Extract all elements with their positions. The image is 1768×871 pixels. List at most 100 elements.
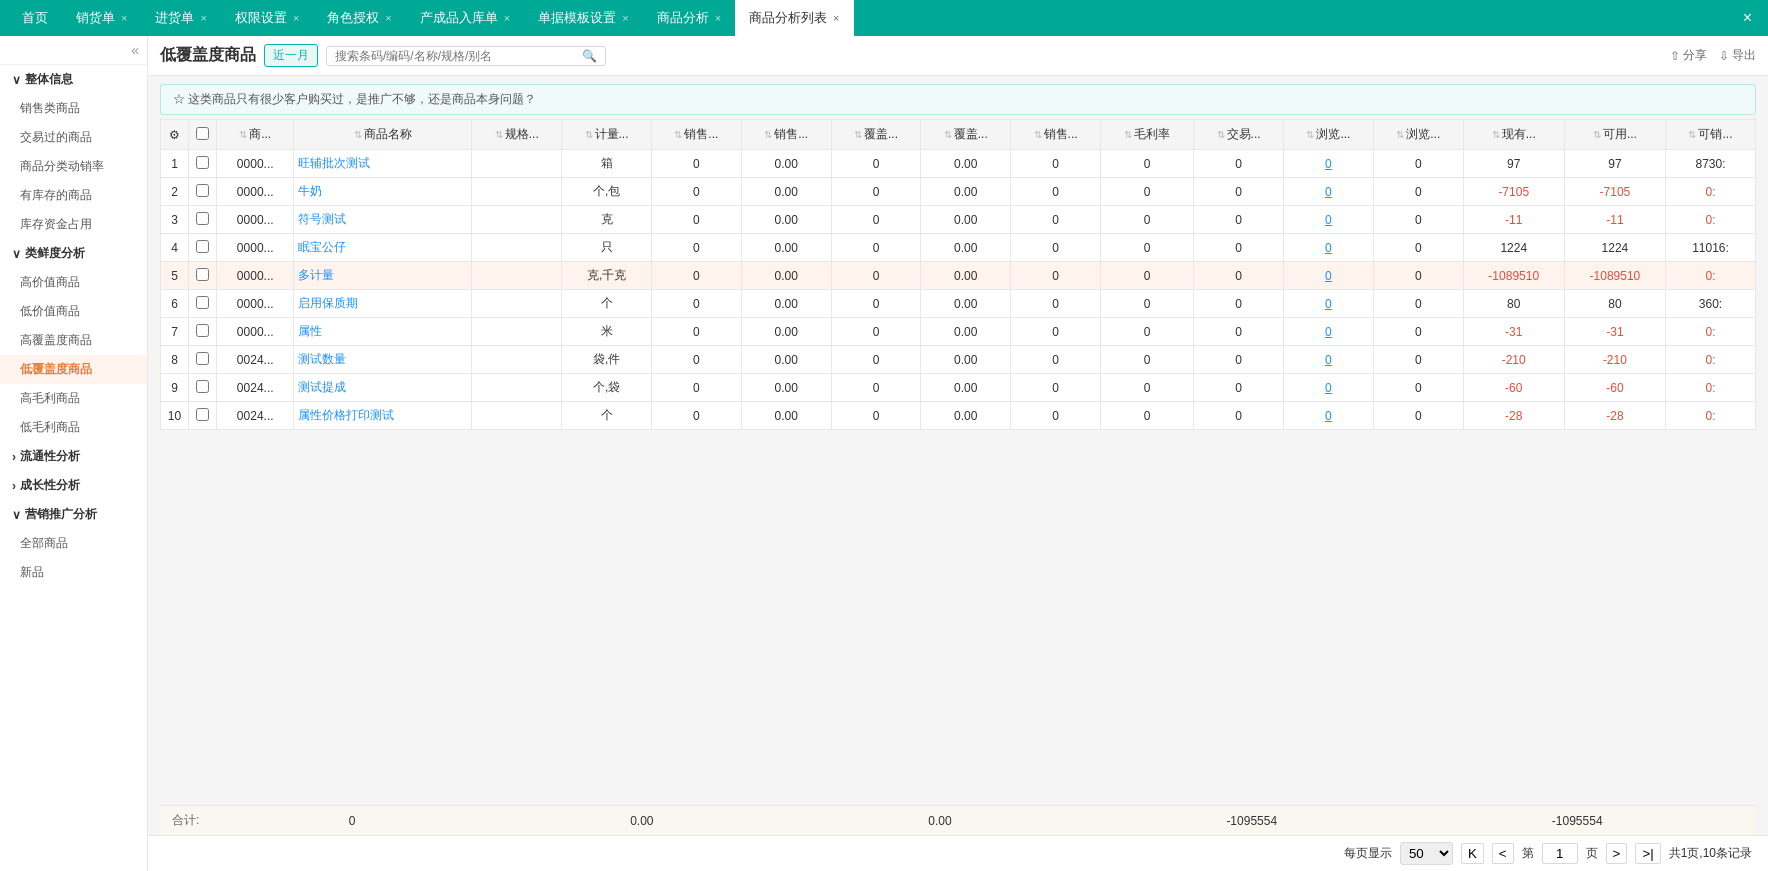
sidebar-item-low-profit[interactable]: 低毛利商品	[0, 413, 147, 442]
row-checkbox-cell[interactable]	[189, 178, 217, 206]
gear-icon[interactable]: ⚙	[169, 128, 180, 142]
nav-close-goods-analysis[interactable]: ×	[715, 12, 721, 24]
row-browse1[interactable]: 0	[1284, 206, 1374, 234]
nav-item-role[interactable]: 角色授权 ×	[313, 0, 405, 36]
row-spec	[472, 402, 562, 430]
row-checkbox-cell[interactable]	[189, 262, 217, 290]
row-cov2: 0.00	[921, 346, 1011, 374]
row-checkbox-cell[interactable]	[189, 150, 217, 178]
nav-close-goods-analysis-list[interactable]: ×	[833, 12, 839, 24]
row-checkbox[interactable]	[196, 324, 209, 337]
row-browse1[interactable]: 0	[1284, 290, 1374, 318]
nav-item-goods-analysis[interactable]: 商品分析 ×	[643, 0, 735, 36]
export-button[interactable]: ⇩ 导出	[1719, 47, 1756, 64]
row-gross: 0	[1101, 234, 1194, 262]
nav-close-role[interactable]: ×	[385, 12, 391, 24]
row-checkbox[interactable]	[196, 156, 209, 169]
sidebar-category-growth[interactable]: › 成长性分析	[0, 471, 147, 500]
share-button[interactable]: ⇧ 分享	[1670, 47, 1707, 64]
row-name[interactable]: 牛奶	[294, 178, 472, 206]
page-size-select[interactable]: 50 20 100	[1400, 842, 1453, 865]
row-code: 0000...	[217, 262, 294, 290]
nav-item-template[interactable]: 单据模板设置 ×	[524, 0, 642, 36]
row-browse1[interactable]: 0	[1284, 262, 1374, 290]
search-icon[interactable]: 🔍	[582, 49, 597, 63]
prev-page-button[interactable]: <	[1492, 843, 1514, 864]
row-name[interactable]: 启用保质期	[294, 290, 472, 318]
row-checkbox[interactable]	[196, 268, 209, 281]
sidebar-item-high-value[interactable]: 高价值商品	[0, 268, 147, 297]
row-browse1[interactable]: 0	[1284, 346, 1374, 374]
select-all-checkbox[interactable]	[196, 127, 209, 140]
row-name[interactable]: 多计量	[294, 262, 472, 290]
sidebar-category-liquidity[interactable]: › 流通性分析	[0, 442, 147, 471]
row-browse1[interactable]: 0	[1284, 318, 1374, 346]
sidebar-item-stock-goods[interactable]: 有库存的商品	[0, 181, 147, 210]
row-name[interactable]: 旺辅批次测试	[294, 150, 472, 178]
window-close-button[interactable]: ×	[1735, 9, 1760, 27]
row-checkbox-cell[interactable]	[189, 346, 217, 374]
row-sales-amount: 0.00	[741, 206, 831, 234]
sidebar-item-high-coverage[interactable]: 高覆盖度商品	[0, 326, 147, 355]
row-sales3: 0	[1011, 262, 1101, 290]
nav-item-sales[interactable]: 销货单 ×	[62, 0, 141, 36]
sidebar-category-freshness[interactable]: ∨ 类鲜度分析	[0, 239, 147, 268]
sidebar-item-stock-fund[interactable]: 库存资金占用	[0, 210, 147, 239]
row-checkbox[interactable]	[196, 240, 209, 253]
nav-item-purchase[interactable]: 进货单 ×	[141, 0, 220, 36]
nav-close-product-in[interactable]: ×	[504, 12, 510, 24]
sidebar-item-low-value[interactable]: 低价值商品	[0, 297, 147, 326]
row-browse1[interactable]: 0	[1284, 374, 1374, 402]
row-checkbox-cell[interactable]	[189, 374, 217, 402]
sidebar-item-low-coverage[interactable]: 低覆盖度商品	[0, 355, 147, 384]
sidebar-section-overall[interactable]: ∨ 整体信息	[0, 65, 147, 94]
row-name[interactable]: 测试提成	[294, 374, 472, 402]
sidebar-item-high-profit[interactable]: 高毛利商品	[0, 384, 147, 413]
row-name[interactable]: 符号测试	[294, 206, 472, 234]
nav-close-purchase[interactable]: ×	[200, 12, 206, 24]
nav-close-permission[interactable]: ×	[293, 12, 299, 24]
row-sales-amount: 0.00	[741, 402, 831, 430]
nav-item-goods-analysis-list[interactable]: 商品分析列表 ×	[735, 0, 853, 36]
row-checkbox-cell[interactable]	[189, 318, 217, 346]
row-checkbox-cell[interactable]	[189, 206, 217, 234]
row-name[interactable]: 属性	[294, 318, 472, 346]
nav-item-permission[interactable]: 权限设置 ×	[221, 0, 313, 36]
row-checkbox-cell[interactable]	[189, 290, 217, 318]
row-sales-qty: 0	[651, 290, 741, 318]
page-number-input[interactable]	[1542, 843, 1578, 864]
sidebar-item-all-goods[interactable]: 全部商品	[0, 529, 147, 558]
sidebar-item-sales-goods[interactable]: 销售类商品	[0, 94, 147, 123]
row-browse1[interactable]: 0	[1284, 150, 1374, 178]
sidebar-item-new-goods[interactable]: 新品	[0, 558, 147, 587]
row-avail-stock: -1089510	[1564, 262, 1665, 290]
row-browse1[interactable]: 0	[1284, 402, 1374, 430]
row-checkbox[interactable]	[196, 408, 209, 421]
search-input[interactable]	[335, 49, 578, 63]
next-page-button[interactable]: >	[1606, 843, 1628, 864]
sidebar-item-category-rate[interactable]: 商品分类动销率	[0, 152, 147, 181]
row-checkbox-cell[interactable]	[189, 234, 217, 262]
row-browse1[interactable]: 0	[1284, 234, 1374, 262]
nav-close-sales[interactable]: ×	[121, 12, 127, 24]
row-name[interactable]: 属性价格打印测试	[294, 402, 472, 430]
nav-item-home[interactable]: 首页	[8, 0, 62, 36]
row-checkbox[interactable]	[196, 352, 209, 365]
row-checkbox[interactable]	[196, 380, 209, 393]
last-page-button[interactable]: >|	[1635, 843, 1660, 864]
table-row: 4 0000... 眠宝公仔 只 0 0.00 0 0.00 0 0 0 0 0…	[161, 234, 1756, 262]
filter-recent-month-button[interactable]: 近一月	[264, 44, 318, 67]
first-page-button[interactable]: K	[1461, 843, 1484, 864]
row-name[interactable]: 测试数量	[294, 346, 472, 374]
nav-close-template[interactable]: ×	[622, 12, 628, 24]
row-browse1[interactable]: 0	[1284, 178, 1374, 206]
sidebar-collapse-button[interactable]: «	[131, 42, 139, 58]
row-checkbox[interactable]	[196, 212, 209, 225]
row-checkbox[interactable]	[196, 184, 209, 197]
row-checkbox[interactable]	[196, 296, 209, 309]
nav-item-product-in[interactable]: 产成品入库单 ×	[406, 0, 524, 36]
sidebar-category-marketing[interactable]: ∨ 营销推广分析	[0, 500, 147, 529]
sidebar-item-traded-goods[interactable]: 交易过的商品	[0, 123, 147, 152]
row-name[interactable]: 眠宝公仔	[294, 234, 472, 262]
row-checkbox-cell[interactable]	[189, 402, 217, 430]
